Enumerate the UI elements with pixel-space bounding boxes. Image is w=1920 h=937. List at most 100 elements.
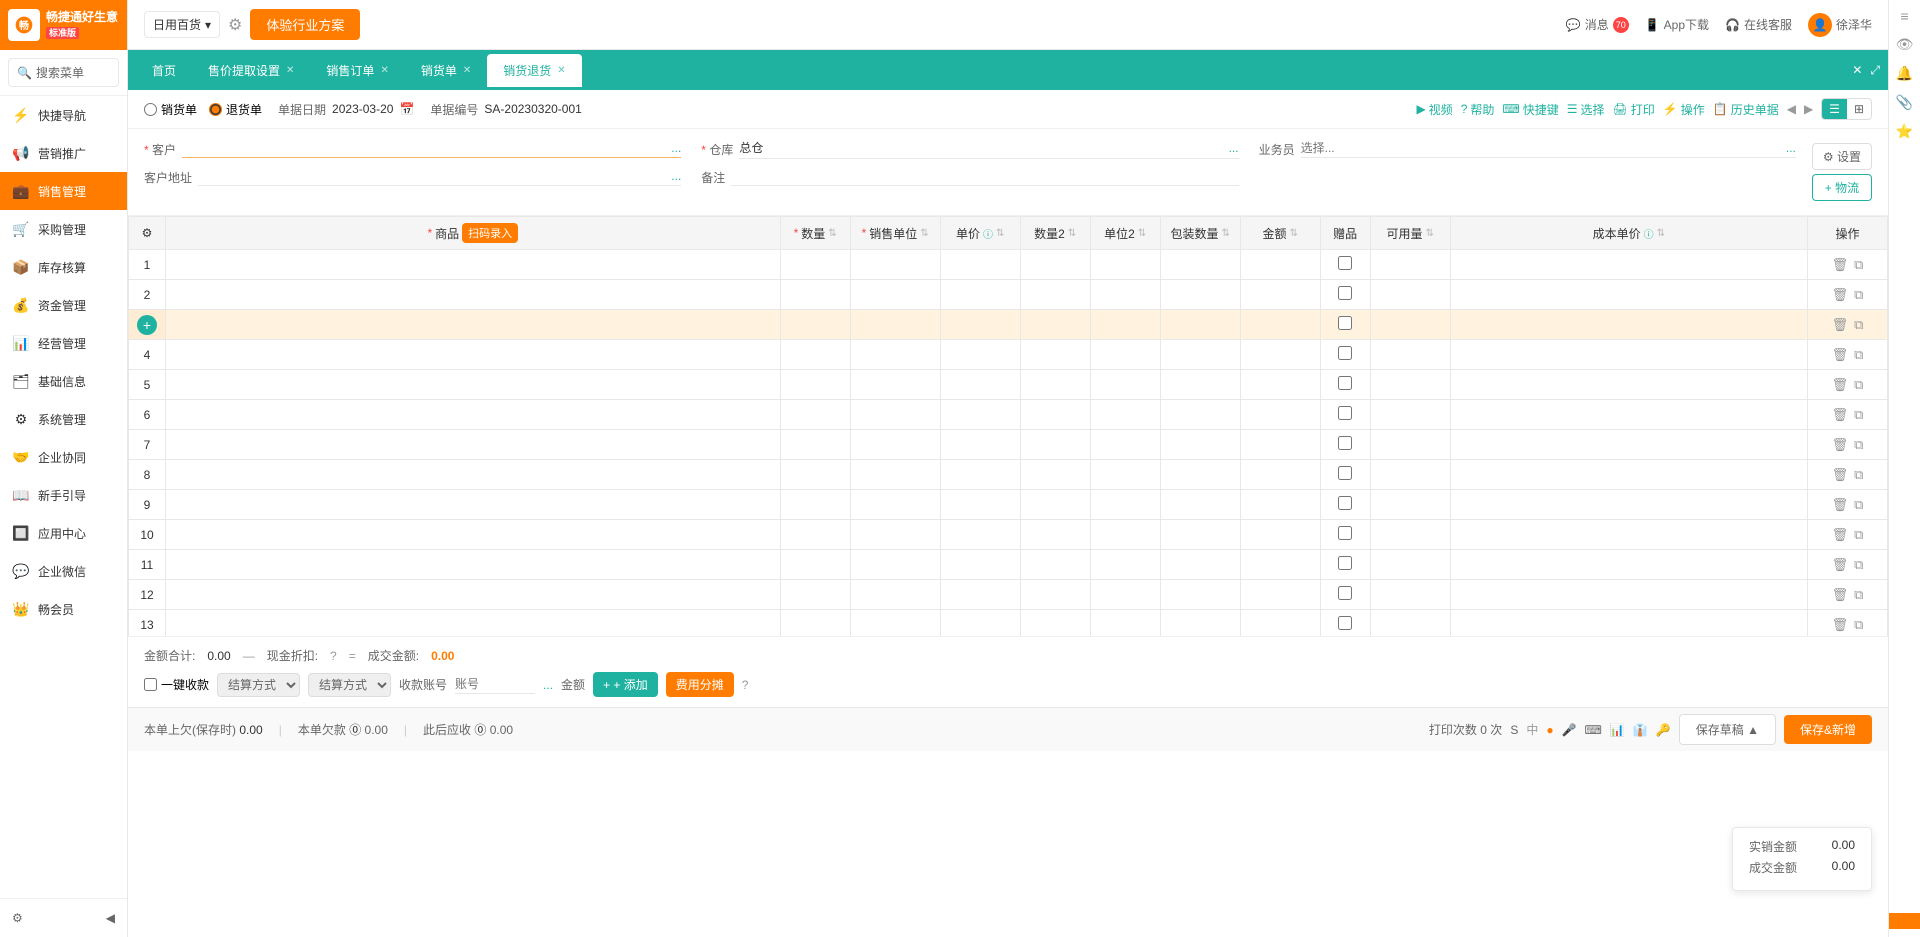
pkg-qty-cell[interactable] xyxy=(1160,430,1240,460)
delete-row-btn[interactable]: 🗑 xyxy=(1832,437,1849,453)
unit2-cell[interactable] xyxy=(1090,340,1160,370)
amount-cell[interactable] xyxy=(1240,460,1320,490)
copy-row-btn[interactable]: ⧉ xyxy=(1854,617,1863,633)
amount-cell[interactable] xyxy=(1240,520,1320,550)
cost-price-cell[interactable] xyxy=(1450,370,1807,400)
copy-row-btn[interactable]: ⧉ xyxy=(1854,437,1863,453)
tab-home[interactable]: 首页 xyxy=(136,54,192,87)
product-input[interactable] xyxy=(174,318,772,332)
product-cell[interactable] xyxy=(166,460,781,490)
product-cell[interactable] xyxy=(166,250,781,280)
qty-cell[interactable] xyxy=(780,610,850,637)
product-cell[interactable] xyxy=(166,280,781,310)
toolbar-icon-7[interactable]: 👔 xyxy=(1633,723,1648,737)
cost-price-cell[interactable] xyxy=(1450,460,1807,490)
delete-row-btn[interactable]: 🗑 xyxy=(1832,287,1849,303)
delete-row-btn[interactable]: 🗑 xyxy=(1832,407,1849,423)
cost-price-cell[interactable] xyxy=(1450,580,1807,610)
tab-sale-return[interactable]: 销货退货 ✕ xyxy=(487,54,581,87)
gift-cell[interactable] xyxy=(1320,580,1370,610)
qty-sort-icon[interactable]: ⇅ xyxy=(828,228,836,239)
gift-checkbox[interactable] xyxy=(1338,526,1352,540)
gift-checkbox[interactable] xyxy=(1338,496,1352,510)
tab-sale-return-close[interactable]: ✕ xyxy=(557,65,565,76)
address-dots[interactable]: ... xyxy=(671,169,681,183)
tab-sale-order[interactable]: 销售订单 ✕ xyxy=(310,54,404,87)
cost-price-cell[interactable] xyxy=(1450,310,1807,340)
gift-cell[interactable] xyxy=(1320,550,1370,580)
unit-price-cell[interactable] xyxy=(940,340,1020,370)
qty2-cell[interactable] xyxy=(1020,250,1090,280)
sidebar-item-finance[interactable]: 💰 资金管理 xyxy=(0,286,127,324)
radio-sale-delivery-input[interactable] xyxy=(144,103,157,116)
cost-price-sort-icon[interactable]: ⇅ xyxy=(1657,228,1665,239)
gift-cell[interactable] xyxy=(1320,610,1370,637)
sidebar-collapse-btn[interactable]: ◀ xyxy=(102,907,119,929)
unit2-cell[interactable] xyxy=(1090,460,1160,490)
copy-row-btn[interactable]: ⧉ xyxy=(1854,377,1863,393)
qty2-cell[interactable] xyxy=(1020,280,1090,310)
qty-cell[interactable] xyxy=(780,280,850,310)
delete-row-btn[interactable]: 🗑 xyxy=(1832,497,1849,513)
available-sort-icon[interactable]: ⇅ xyxy=(1425,228,1433,239)
sale-unit-cell[interactable] xyxy=(850,400,940,430)
unit2-cell[interactable] xyxy=(1090,400,1160,430)
pkg-qty-cell[interactable] xyxy=(1160,490,1240,520)
unit2-cell[interactable] xyxy=(1090,250,1160,280)
unit2-cell[interactable] xyxy=(1090,430,1160,460)
tab-expand-icon[interactable]: ⤢ xyxy=(1870,63,1880,78)
sidebar-item-inventory[interactable]: 📦 库存核算 xyxy=(0,248,127,286)
cost-price-cell[interactable] xyxy=(1450,280,1807,310)
sale-unit-cell[interactable] xyxy=(850,550,940,580)
qty2-cell[interactable] xyxy=(1020,400,1090,430)
gift-checkbox[interactable] xyxy=(1338,286,1352,300)
video-btn[interactable]: ▶ 视频 xyxy=(1416,101,1452,118)
gift-cell[interactable] xyxy=(1320,430,1370,460)
customer-service-button[interactable]: 🎧 在线客服 xyxy=(1725,16,1792,33)
calc-select[interactable]: 结算方式 xyxy=(308,673,391,697)
unit2-cell[interactable] xyxy=(1090,310,1160,340)
pkg-qty-cell[interactable] xyxy=(1160,520,1240,550)
unit-price-cell[interactable] xyxy=(940,520,1020,550)
amount-cell[interactable] xyxy=(1240,610,1320,637)
unit2-cell[interactable] xyxy=(1090,610,1160,637)
amount-cell[interactable] xyxy=(1240,400,1320,430)
copy-row-btn[interactable]: ⧉ xyxy=(1854,587,1863,603)
product-cell[interactable] xyxy=(166,580,781,610)
tab-sale-price[interactable]: 售价提取设置 ✕ xyxy=(192,54,310,87)
radio-sale-delivery[interactable]: 销货单 xyxy=(144,101,197,118)
sale-unit-cell[interactable] xyxy=(850,580,940,610)
warehouse-dots[interactable]: ... xyxy=(1229,141,1239,155)
sale-unit-cell[interactable] xyxy=(850,250,940,280)
product-cell[interactable] xyxy=(166,490,781,520)
product-cell[interactable] xyxy=(166,340,781,370)
delete-row-btn[interactable]: 🗑 xyxy=(1832,257,1849,273)
unit-price-cell[interactable] xyxy=(940,490,1020,520)
delete-row-btn[interactable]: 🗑 xyxy=(1832,467,1849,483)
qty2-cell[interactable] xyxy=(1020,340,1090,370)
copy-row-btn[interactable]: ⧉ xyxy=(1854,527,1863,543)
unit-price-cell[interactable] xyxy=(940,460,1020,490)
available-cell[interactable] xyxy=(1370,250,1450,280)
qty2-cell[interactable] xyxy=(1020,430,1090,460)
unit-price-info-icon[interactable]: ⓘ xyxy=(983,226,993,241)
unit-price-cell[interactable] xyxy=(940,370,1020,400)
copy-row-btn[interactable]: ⧉ xyxy=(1854,257,1863,273)
one-click-label[interactable]: 一键收款 xyxy=(144,676,209,693)
copy-row-btn[interactable]: ⧉ xyxy=(1854,497,1863,513)
gift-checkbox[interactable] xyxy=(1338,256,1352,270)
history-btn[interactable]: 📋 历史单据 xyxy=(1713,101,1779,118)
right-icon-5[interactable]: ⭐ xyxy=(1896,123,1913,140)
delete-row-btn[interactable]: 🗑 xyxy=(1832,377,1849,393)
qty-cell[interactable] xyxy=(780,250,850,280)
qty-cell[interactable] xyxy=(780,310,850,340)
gift-cell[interactable] xyxy=(1320,340,1370,370)
available-cell[interactable] xyxy=(1370,280,1450,310)
address-input[interactable] xyxy=(198,169,667,183)
qty-cell[interactable] xyxy=(780,580,850,610)
sidebar-item-member[interactable]: 👑 畅会员 xyxy=(0,590,127,628)
sale-unit-cell[interactable] xyxy=(850,370,940,400)
available-cell[interactable] xyxy=(1370,490,1450,520)
amount-cell[interactable] xyxy=(1240,280,1320,310)
cost-price-cell[interactable] xyxy=(1450,610,1807,637)
